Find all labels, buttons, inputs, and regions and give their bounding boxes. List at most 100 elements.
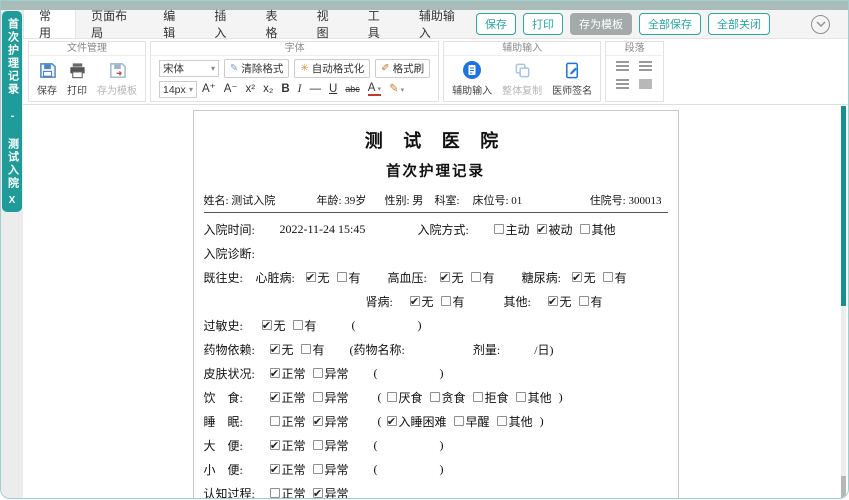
checkbox-unchecked-icon[interactable] (292, 320, 303, 330)
checkbox-无[interactable]: ✔ 无 (261, 317, 286, 334)
vertical-scrollbar[interactable] (841, 106, 846, 498)
checkbox-无[interactable]: ✔ 无 (305, 269, 330, 286)
menu-tab-页面布局[interactable]: 页面布局 (76, 9, 148, 40)
checkbox-其他[interactable]: 其他 (579, 221, 616, 238)
scrollbar-down-button[interactable] (841, 476, 846, 498)
font-tool-自动格式化[interactable]: ✳ 自动格式化 (294, 59, 371, 78)
checkbox-unchecked-icon[interactable] (579, 224, 590, 234)
font-tool-清除格式[interactable]: ✎ 清除格式 (224, 59, 290, 78)
action-button-全部保存[interactable]: 全部保存 (639, 13, 701, 35)
font-family-select[interactable]: 宋体 ▾ (159, 60, 219, 77)
checkbox-正常[interactable]: 正常 (269, 485, 306, 498)
scrollbar-thumb[interactable] (841, 106, 846, 306)
checkbox-异常[interactable]: 异常 (312, 437, 349, 454)
checkbox-unchecked-icon[interactable] (336, 272, 347, 282)
format-button[interactable]: x² (246, 83, 256, 96)
checkbox-checked-icon[interactable]: ✔ (571, 272, 582, 283)
font-tool-格式刷[interactable]: ✐ 格式刷 (375, 59, 431, 78)
checkbox-checked-icon[interactable]: ✔ (547, 296, 558, 307)
format-button[interactable]: abc (345, 85, 360, 94)
checkbox-unchecked-icon[interactable] (312, 368, 323, 378)
checkbox-无[interactable]: ✔ 无 (547, 293, 572, 310)
checkbox-其他[interactable]: 其他 (496, 413, 533, 430)
checkbox-checked-icon[interactable]: ✔ (269, 440, 280, 451)
checkbox-异常[interactable]: ✔ 异常 (312, 413, 349, 430)
format-button[interactable]: — (309, 83, 321, 96)
checkbox-checked-icon[interactable]: ✔ (312, 488, 323, 498)
checkbox-unchecked-icon[interactable] (269, 488, 280, 498)
checkbox-unchecked-icon[interactable] (312, 464, 323, 474)
checkbox-unchecked-icon[interactable] (300, 344, 311, 354)
font-size-select[interactable]: 14px ▾ (159, 81, 197, 98)
menu-tab-辅助输入[interactable]: 辅助输入 (404, 9, 476, 40)
menu-tab-常用[interactable]: 常用 (23, 9, 77, 40)
ribbon-button-打印[interactable]: 打印 (67, 61, 87, 97)
checkbox-checked-icon[interactable]: ✔ (261, 320, 272, 331)
checkbox-拒食[interactable]: 拒食 (472, 389, 509, 406)
checkbox-unchecked-icon[interactable] (602, 272, 613, 282)
checkbox-主动[interactable]: 主动 (493, 221, 530, 238)
checkbox-异常[interactable]: 异常 (312, 389, 349, 406)
checkbox-早醒[interactable]: 早醒 (453, 413, 490, 430)
close-document-icon[interactable]: X (9, 195, 16, 206)
menu-tab-视图[interactable]: 视图 (302, 9, 353, 40)
action-button-全部关闭[interactable]: 全部关闭 (708, 13, 770, 35)
checkbox-无[interactable]: ✔ 无 (439, 269, 464, 286)
menu-tab-工具[interactable]: 工具 (353, 9, 404, 40)
document-page[interactable]: 测 试 医 院 首次护理记录 姓名: 测试入院 年龄: 39岁 性别: 男科室: 床位… (192, 110, 679, 498)
checkbox-checked-icon[interactable]: ✔ (269, 344, 280, 355)
checkbox-有[interactable]: 有 (336, 269, 361, 286)
checkbox-unchecked-icon[interactable] (440, 296, 451, 306)
format-button[interactable]: A⁻ (224, 83, 238, 96)
open-document-tab[interactable]: 首次护理记录 - 测试入院 X (2, 11, 22, 212)
collapse-ribbon-chevron-icon[interactable] (811, 14, 830, 34)
checkbox-贪食[interactable]: 贪食 (429, 389, 466, 406)
format-button[interactable]: ✎ (389, 83, 404, 96)
align-center-icon[interactable] (616, 78, 630, 89)
checkbox-checked-icon[interactable]: ✔ (439, 272, 450, 283)
checkbox-checked-icon[interactable]: ✔ (269, 368, 280, 379)
checkbox-checked-icon[interactable]: ✔ (409, 296, 420, 307)
format-button[interactable]: A⁺ (202, 83, 216, 96)
ribbon-button-保存[interactable]: 保存 (37, 61, 57, 97)
checkbox-入睡困难[interactable]: ✔ 入睡困难 (386, 413, 447, 430)
checkbox-unchecked-icon[interactable] (429, 392, 440, 402)
checkbox-正常[interactable]: ✔ 正常 (269, 389, 306, 406)
checkbox-正常[interactable]: 正常 (269, 413, 306, 430)
ribbon-button-整体复制[interactable]: 整体复制 (502, 61, 542, 97)
format-button[interactable]: B (281, 83, 289, 96)
checkbox-unchecked-icon[interactable] (386, 392, 397, 402)
checkbox-checked-icon[interactable]: ✔ (312, 416, 323, 427)
menu-tab-编辑[interactable]: 编辑 (148, 9, 199, 40)
checkbox-有[interactable]: 有 (300, 341, 325, 358)
menu-tab-表格[interactable]: 表格 (251, 9, 302, 40)
checkbox-unchecked-icon[interactable] (496, 416, 507, 426)
checkbox-无[interactable]: ✔ 无 (409, 293, 434, 310)
checkbox-checked-icon[interactable]: ✔ (269, 392, 280, 403)
checkbox-其他[interactable]: 其他 (515, 389, 552, 406)
checkbox-checked-icon[interactable]: ✔ (305, 272, 316, 283)
checkbox-unchecked-icon[interactable] (578, 296, 589, 306)
checkbox-异常[interactable]: 异常 (312, 461, 349, 478)
action-button-存为模板[interactable]: 存为模板 (570, 13, 632, 35)
checkbox-厌食[interactable]: 厌食 (386, 389, 423, 406)
checkbox-checked-icon[interactable]: ✔ (269, 464, 280, 475)
ribbon-button-医师签名[interactable]: 医师签名 (552, 61, 592, 97)
format-button[interactable]: U (329, 83, 337, 96)
checkbox-异常[interactable]: ✔ 异常 (312, 485, 349, 498)
checkbox-unchecked-icon[interactable] (312, 440, 323, 450)
checkbox-正常[interactable]: ✔ 正常 (269, 437, 306, 454)
ribbon-button-存为模板[interactable]: 存为模板 (97, 61, 137, 97)
checkbox-unchecked-icon[interactable] (470, 272, 481, 282)
checkbox-unchecked-icon[interactable] (269, 416, 280, 426)
checkbox-正常[interactable]: ✔ 正常 (269, 461, 306, 478)
checkbox-被动[interactable]: ✔ 被动 (536, 221, 573, 238)
format-button[interactable]: I (298, 83, 302, 96)
format-button[interactable]: A (367, 82, 381, 97)
format-button[interactable]: x₂ (263, 83, 273, 96)
checkbox-checked-icon[interactable]: ✔ (386, 416, 397, 427)
checkbox-unchecked-icon[interactable] (493, 224, 504, 234)
align-justify-icon[interactable] (639, 78, 653, 89)
checkbox-有[interactable]: 有 (440, 293, 465, 310)
checkbox-unchecked-icon[interactable] (472, 392, 483, 402)
